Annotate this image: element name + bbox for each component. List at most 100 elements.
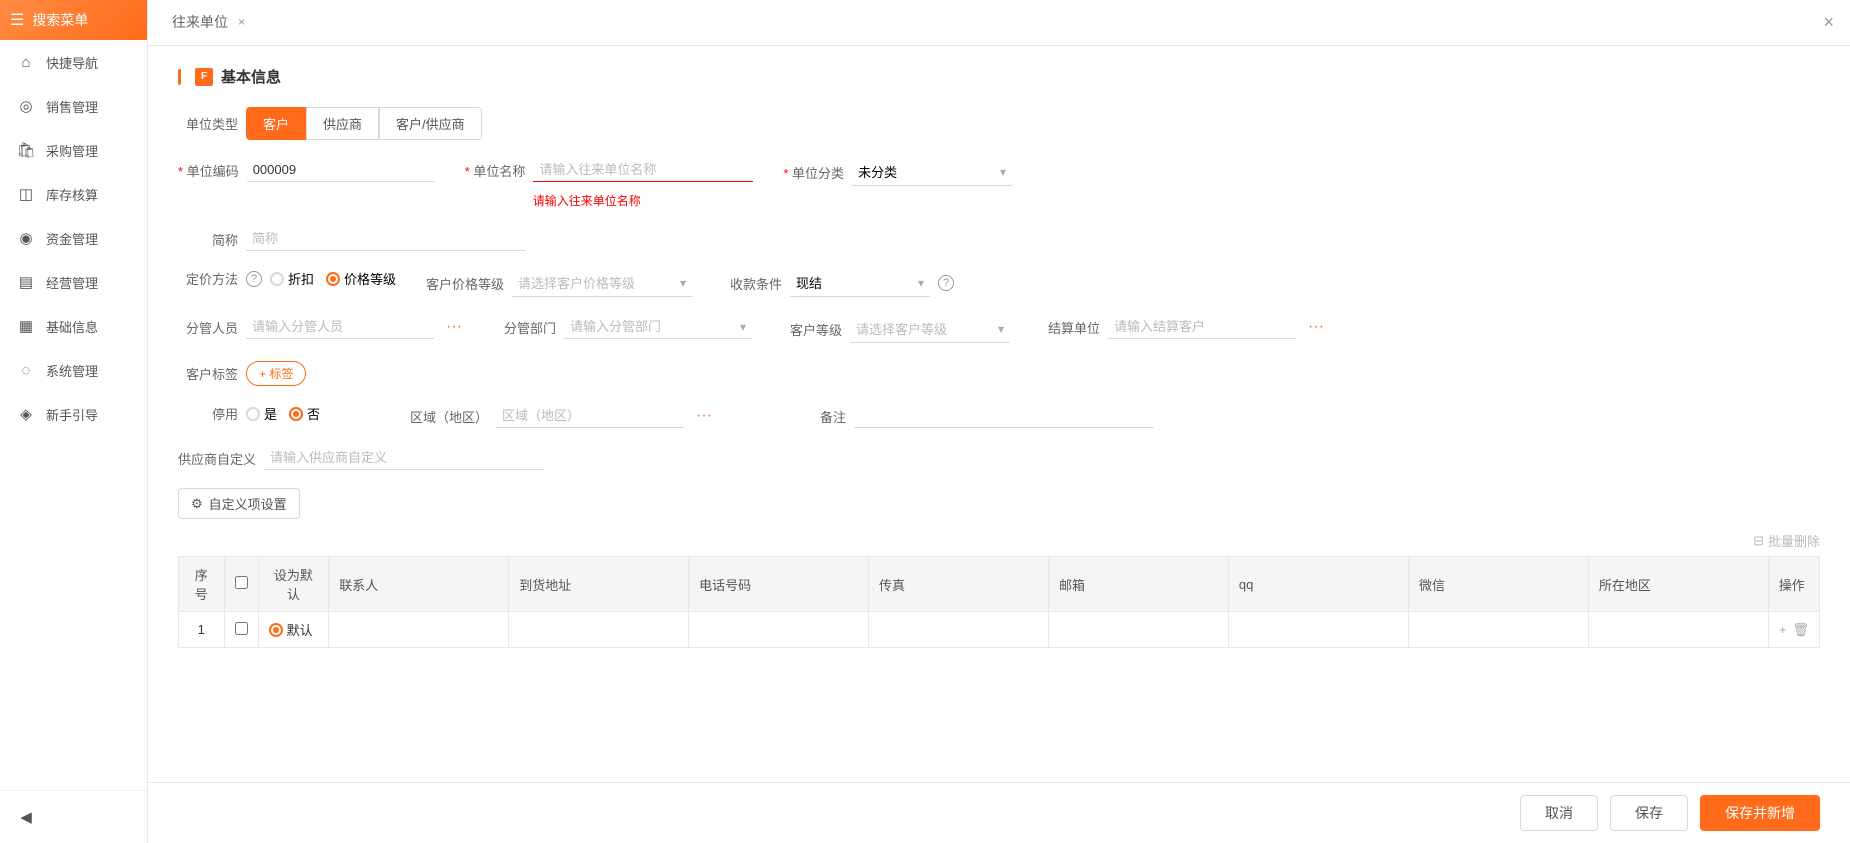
sidebar-item-sales[interactable]: ◎销售管理 (0, 84, 147, 128)
batch-delete[interactable]: ⊟ 批量删除 (178, 531, 1820, 550)
unit-name-field: 单位名称 请输入往来单位名称 (465, 158, 754, 209)
sidebar-item-operations[interactable]: ▤经营管理 (0, 260, 147, 304)
cell-wechat[interactable] (1408, 612, 1588, 648)
th-6: 传真 (869, 557, 1049, 612)
unit-category-field: 单位分类 未分类 (783, 158, 1012, 186)
sidebar-item-finance[interactable]: ◉资金管理 (0, 216, 147, 260)
quick-nav-icon: ⌂ (16, 52, 36, 72)
content-area: F 基本信息 单位类型 客户供应商客户/供应商 单位编码 单位名称 请输入往来单… (148, 46, 1850, 782)
sidebar-item-purchase[interactable]: 🛍采购管理 (0, 128, 147, 172)
tab-close-units[interactable]: × (238, 15, 245, 29)
sidebar-item-guide[interactable]: ◈新手引导 (0, 392, 147, 436)
settlement-ellipsis[interactable]: ··· (1304, 318, 1328, 336)
pricing-radio-level-label: 价格等级 (344, 269, 396, 288)
unit-code-input[interactable] (247, 158, 435, 182)
fax-input[interactable] (879, 622, 1038, 637)
unit-type-btn-both[interactable]: 客户/供应商 (379, 107, 482, 140)
unit-type-btn-supplier[interactable]: 供应商 (306, 107, 379, 140)
custom-settings-button[interactable]: ⚙ 自定义项设置 (178, 488, 300, 519)
customer-price-select-wrap[interactable]: 请选择客户价格等级 (512, 269, 692, 297)
supplier-custom-input[interactable] (264, 446, 544, 470)
system-icon: ◌ (16, 360, 36, 380)
phone-input[interactable] (699, 622, 858, 637)
row-delete-icon[interactable]: 🗑 (1792, 622, 1809, 637)
cell-contact[interactable] (329, 612, 509, 648)
tab-close-new-unit[interactable]: × (266, 61, 273, 75)
cell-fax[interactable] (869, 612, 1049, 648)
add-tag-button[interactable]: + 标签 (246, 361, 306, 386)
customer-level-placeholder: 请选择客户等级 (850, 315, 1010, 343)
remarks-input[interactable] (854, 404, 1154, 428)
cell-checkbox[interactable] (224, 612, 258, 648)
sidebar-search[interactable]: ☰ 搜索菜单 (0, 0, 147, 40)
cell-qq[interactable] (1228, 612, 1408, 648)
expand-icon: ◀ (16, 807, 36, 827)
department-select-wrap[interactable] (564, 315, 752, 339)
cancel-button[interactable]: 取消 (1520, 795, 1598, 831)
contact-input[interactable] (339, 622, 498, 637)
cell-region[interactable] (1588, 612, 1768, 648)
pricing-radio-level[interactable]: 价格等级 (326, 269, 396, 288)
section-icon: F (195, 68, 213, 86)
disabled-yes[interactable]: 是 (246, 404, 277, 423)
save-button[interactable]: 保存 (1610, 795, 1688, 831)
tab-units[interactable]: 往来单位× (156, 0, 289, 46)
pricing-row: 定价方法 ? 折扣 价格等级 客户价格等级 请选择客户价格等级 (178, 269, 1820, 297)
sidebar-item-basic-info[interactable]: ▦基础信息 (0, 304, 147, 348)
th-1 (224, 557, 258, 612)
cell-default[interactable]: 默认 (258, 612, 329, 648)
sidebar-item-label: 采购管理 (46, 141, 98, 160)
unit-name-input[interactable] (533, 158, 753, 182)
payment-terms-help-icon[interactable]: ? (938, 275, 954, 291)
unit-type-label: 单位类型 (178, 114, 238, 133)
address-input[interactable] (519, 622, 678, 637)
sidebar-item-quick-nav[interactable]: ⌂快捷导航 (0, 40, 147, 84)
cell-index: 1 (179, 612, 225, 648)
manager-input[interactable] (246, 315, 434, 339)
row-add-icon[interactable]: + (1779, 622, 1787, 637)
table-section: ⊟ 批量删除 序号设为默认联系人到货地址电话号码传真邮箱qq微信所在地区操作 1… (178, 531, 1820, 648)
pricing-method-label: 定价方法 (178, 269, 238, 288)
region-row-input[interactable] (1599, 622, 1758, 637)
pricing-radio-group: 折扣 价格等级 (270, 269, 396, 288)
settlement-input[interactable] (1108, 315, 1296, 339)
customer-level-select-wrap[interactable]: 请选择客户等级 (850, 315, 1010, 343)
select-all-checkbox[interactable] (235, 576, 248, 589)
sales-icon: ◎ (16, 96, 36, 116)
th-9: 微信 (1408, 557, 1588, 612)
qq-input[interactable] (1239, 622, 1398, 637)
unit-type-btn-customer[interactable]: 客户 (246, 107, 306, 140)
email-input[interactable] (1059, 622, 1218, 637)
cell-phone[interactable] (689, 612, 869, 648)
tags-row: 客户标签 + 标签 (178, 361, 1820, 386)
manager-ellipsis[interactable]: ··· (442, 318, 466, 336)
short-name-row: 简称 (178, 227, 1820, 251)
department-input[interactable] (564, 315, 752, 339)
payment-terms-field: 收款条件 现结 ? (722, 269, 954, 297)
sidebar-item-system[interactable]: ◌系统管理 (0, 348, 147, 392)
sidebar-item-expand[interactable]: ◀ (0, 799, 147, 835)
cell-address[interactable] (509, 612, 689, 648)
th-3: 联系人 (329, 557, 509, 612)
short-name-label: 简称 (178, 230, 238, 249)
inventory-icon: ◫ (16, 184, 36, 204)
disabled-no[interactable]: 否 (289, 404, 320, 423)
short-name-input[interactable] (246, 227, 526, 251)
pricing-help-icon[interactable]: ? (246, 271, 262, 287)
tab-bar-close[interactable]: × (1815, 8, 1842, 37)
save-new-button[interactable]: 保存并新增 (1700, 795, 1820, 831)
default-radio[interactable]: 默认 (269, 620, 319, 639)
payment-terms-select-wrap[interactable]: 现结 (790, 269, 930, 297)
unit-name-error: 请输入往来单位名称 (533, 192, 641, 209)
row-checkbox[interactable] (235, 622, 248, 635)
region-ellipsis[interactable]: ··· (692, 407, 716, 425)
region-input[interactable] (496, 404, 684, 428)
contacts-table: 序号设为默认联系人到货地址电话号码传真邮箱qq微信所在地区操作 1默认+🗑 (178, 556, 1820, 648)
wechat-input[interactable] (1419, 622, 1578, 637)
cell-email[interactable] (1048, 612, 1228, 648)
sidebar-item-inventory[interactable]: ◫库存核算 (0, 172, 147, 216)
unit-category-select-wrap[interactable]: 未分类 (852, 158, 1012, 186)
settings-gear-icon: ⚙ (191, 496, 203, 512)
cell-actions[interactable]: +🗑 (1768, 612, 1819, 648)
pricing-radio-discount[interactable]: 折扣 (270, 269, 314, 288)
